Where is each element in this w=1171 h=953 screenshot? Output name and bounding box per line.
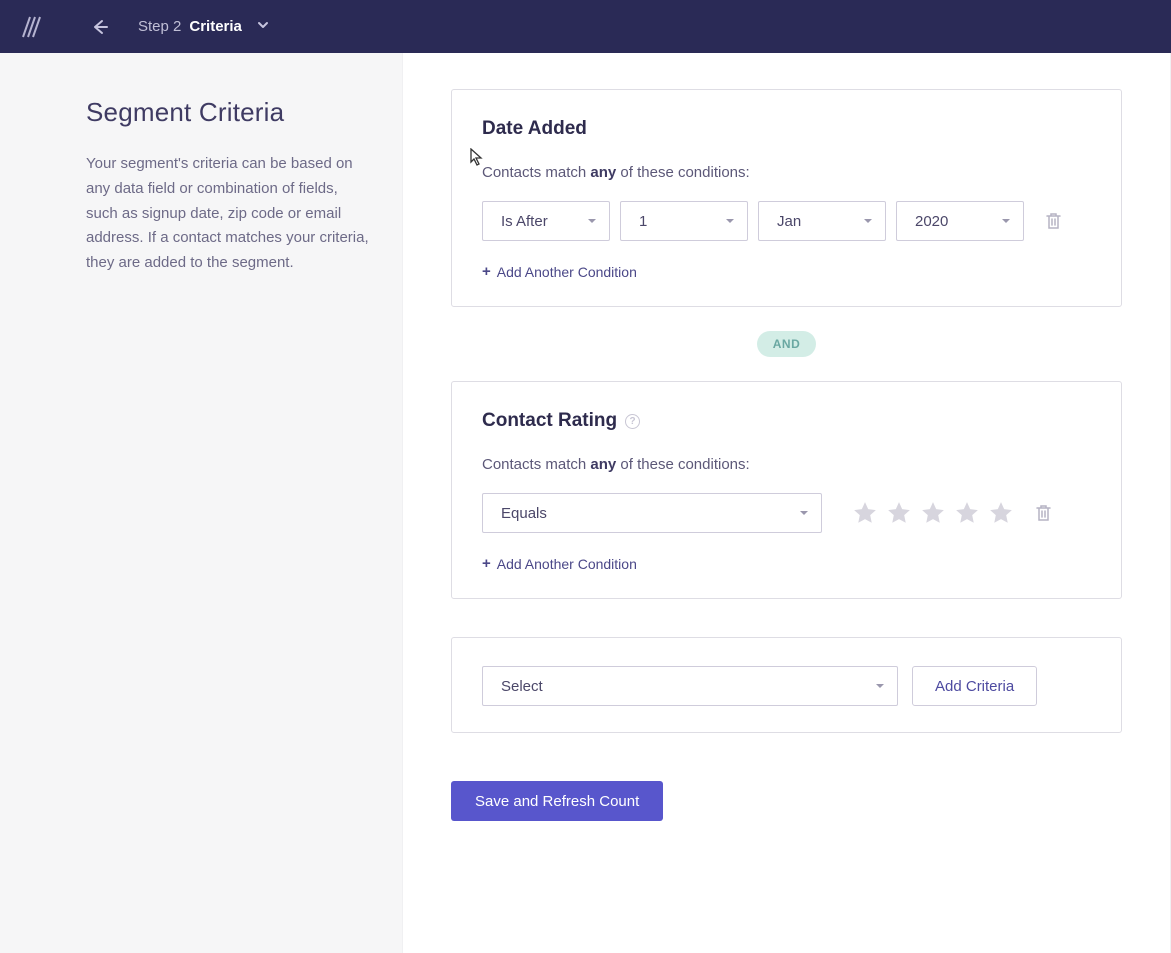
match-conditions-text: Contacts match any of these conditions: bbox=[482, 164, 1091, 181]
add-criteria-row: Select Add Criteria bbox=[482, 666, 1091, 706]
operator-value: Is After bbox=[501, 213, 548, 230]
topbar: Step 2 Criteria bbox=[0, 0, 1171, 53]
add-condition-button[interactable]: + Add Another Condition bbox=[482, 263, 1091, 280]
match-conditions-text: Contacts match any of these conditions: bbox=[482, 456, 1091, 473]
caret-down-icon bbox=[863, 218, 873, 224]
save-button-label: Save and Refresh Count bbox=[475, 793, 639, 810]
help-icon[interactable]: ? bbox=[625, 414, 640, 429]
card-title: Date Added bbox=[482, 118, 1091, 140]
star-icon[interactable] bbox=[886, 500, 912, 526]
operator-value: Equals bbox=[501, 505, 547, 522]
and-connector: AND bbox=[451, 331, 1122, 357]
star-icon[interactable] bbox=[852, 500, 878, 526]
logo-icon bbox=[20, 15, 42, 39]
add-condition-label: Add Another Condition bbox=[497, 556, 637, 572]
card-title: Contact Rating ? bbox=[482, 410, 1091, 432]
month-value: Jan bbox=[777, 213, 801, 230]
page-description: Your segment's criteria can be based on … bbox=[86, 152, 372, 276]
match-suffix: of these conditions: bbox=[616, 164, 749, 181]
caret-down-icon bbox=[587, 218, 597, 224]
year-value: 2020 bbox=[915, 213, 948, 230]
day-value: 1 bbox=[639, 213, 647, 230]
delete-condition-button[interactable] bbox=[1042, 210, 1064, 232]
criteria-field-select[interactable]: Select bbox=[482, 666, 898, 706]
main-content: Date Added Contacts match any of these c… bbox=[402, 53, 1171, 953]
step-name-label: Criteria bbox=[189, 18, 242, 35]
operator-select[interactable]: Is After bbox=[482, 201, 610, 241]
day-select[interactable]: 1 bbox=[620, 201, 748, 241]
select-placeholder: Select bbox=[501, 678, 543, 695]
rating-operator-select[interactable]: Equals bbox=[482, 493, 822, 533]
add-criteria-label: Add Criteria bbox=[935, 678, 1014, 695]
match-prefix: Contacts match bbox=[482, 456, 590, 473]
step-number-label: Step 2 bbox=[138, 18, 181, 35]
and-pill: AND bbox=[757, 331, 817, 357]
match-any-word: any bbox=[590, 164, 616, 181]
star-icon[interactable] bbox=[920, 500, 946, 526]
condition-row: Equals bbox=[482, 493, 1091, 533]
add-criteria-card: Select Add Criteria bbox=[451, 637, 1122, 733]
back-arrow-icon[interactable] bbox=[90, 17, 110, 37]
year-select[interactable]: 2020 bbox=[896, 201, 1024, 241]
caret-down-icon bbox=[799, 510, 809, 516]
match-any-word: any bbox=[590, 456, 616, 473]
sidebar: Segment Criteria Your segment's criteria… bbox=[0, 53, 402, 953]
match-prefix: Contacts match bbox=[482, 164, 590, 181]
delete-condition-button[interactable] bbox=[1032, 502, 1054, 524]
star-icon[interactable] bbox=[954, 500, 980, 526]
add-criteria-button[interactable]: Add Criteria bbox=[912, 666, 1037, 706]
criteria-card-date-added: Date Added Contacts match any of these c… bbox=[451, 89, 1122, 307]
criteria-card-contact-rating: Contact Rating ? Contacts match any of t… bbox=[451, 381, 1122, 599]
save-button[interactable]: Save and Refresh Count bbox=[451, 781, 663, 821]
caret-down-icon bbox=[1001, 218, 1011, 224]
caret-down-icon bbox=[875, 683, 885, 689]
plus-icon: + bbox=[482, 555, 491, 572]
page-title: Segment Criteria bbox=[86, 97, 372, 128]
page-body: Segment Criteria Your segment's criteria… bbox=[0, 53, 1171, 953]
rating-stars[interactable] bbox=[852, 500, 1014, 526]
add-condition-button[interactable]: + Add Another Condition bbox=[482, 555, 1091, 572]
caret-down-icon bbox=[725, 218, 735, 224]
chevron-down-icon bbox=[256, 18, 270, 36]
plus-icon: + bbox=[482, 263, 491, 280]
card-title-text: Contact Rating bbox=[482, 410, 617, 432]
condition-row: Is After 1 Jan 2020 bbox=[482, 201, 1091, 241]
match-suffix: of these conditions: bbox=[616, 456, 749, 473]
star-icon[interactable] bbox=[988, 500, 1014, 526]
breadcrumb[interactable]: Step 2 Criteria bbox=[138, 18, 270, 36]
add-condition-label: Add Another Condition bbox=[497, 264, 637, 280]
month-select[interactable]: Jan bbox=[758, 201, 886, 241]
